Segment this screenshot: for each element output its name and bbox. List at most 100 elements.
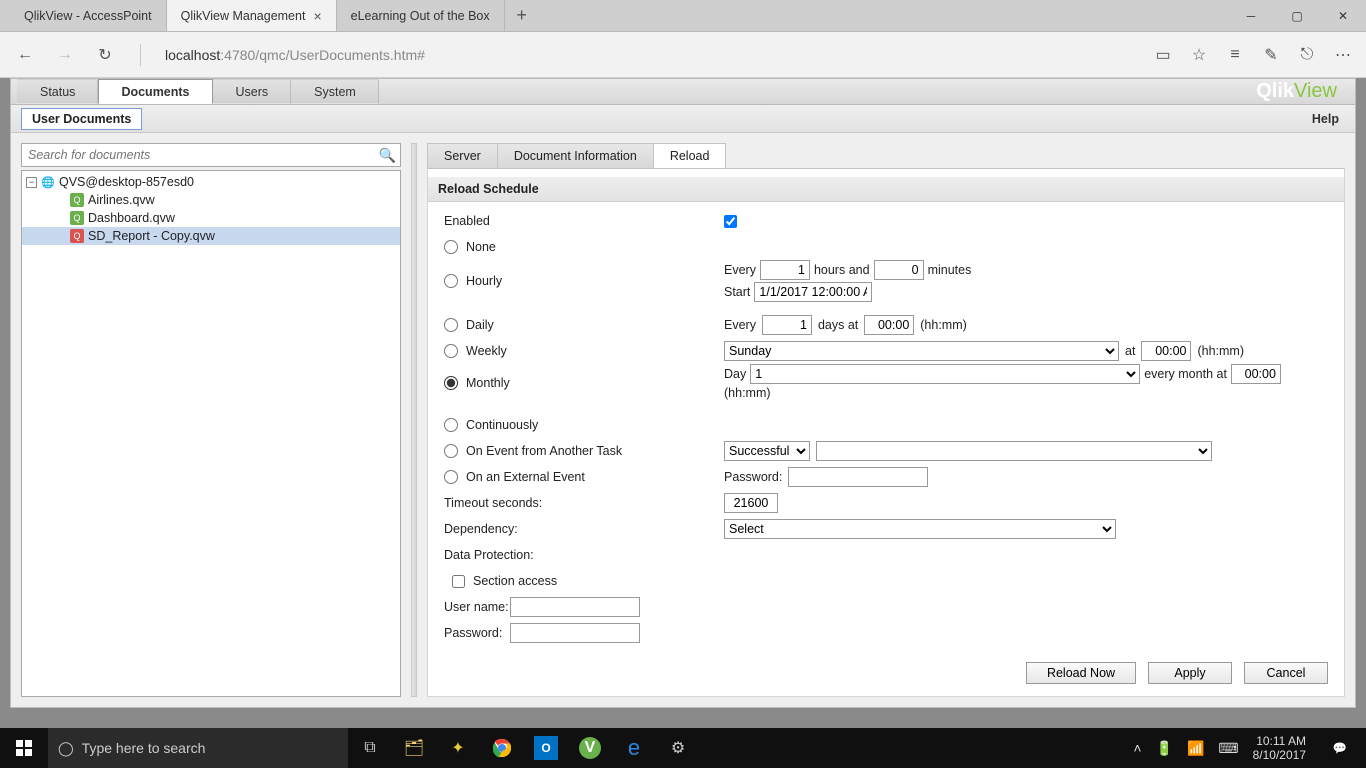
app-v-icon[interactable]: V	[568, 728, 612, 768]
hourly-hours-input[interactable]	[760, 260, 810, 280]
document-tree-panel: 🔍 − 🌐 QVS@desktop-857esd0 Q Airlines.qvw…	[21, 143, 401, 697]
browser-tab-bar: QlikView - AccessPoint QlikView Manageme…	[0, 0, 1366, 32]
outlook-icon[interactable]: O	[534, 736, 558, 760]
notes-icon[interactable]: ✎	[1262, 45, 1280, 65]
task-view-icon[interactable]: ⧉	[348, 728, 392, 768]
section-access-checkbox[interactable]	[452, 575, 465, 588]
subtab-docinfo[interactable]: Document Information	[497, 143, 654, 168]
tab-status[interactable]: Status	[17, 79, 98, 104]
enabled-checkbox[interactable]	[724, 215, 737, 228]
browser-tab-accesspoint[interactable]: QlikView - AccessPoint	[10, 0, 167, 31]
monthly-day-select[interactable]: 1	[750, 364, 1140, 384]
hourly-minutes-input[interactable]	[874, 260, 924, 280]
text-hhmm: (hh:mm)	[1197, 344, 1244, 358]
radio-none[interactable]	[444, 240, 458, 254]
tab-documents[interactable]: Documents	[98, 79, 212, 104]
text-day: Day	[724, 367, 746, 381]
taskbar-search-hint: Type here to search	[82, 740, 206, 756]
radio-monthly[interactable]	[444, 376, 458, 390]
hourly-start-input[interactable]	[754, 282, 872, 302]
radio-daily[interactable]	[444, 318, 458, 332]
new-tab-button[interactable]: +	[505, 0, 539, 31]
username-input[interactable]	[510, 597, 640, 617]
window-minimize[interactable]: ─	[1228, 0, 1274, 31]
document-tree[interactable]: − 🌐 QVS@desktop-857esd0 Q Airlines.qvw Q…	[21, 170, 401, 697]
tree-doc-airlines[interactable]: Q Airlines.qvw	[22, 191, 400, 209]
window-maximize[interactable]: ▢	[1274, 0, 1320, 31]
settings-gear-icon[interactable]: ⚙	[656, 728, 700, 768]
weekly-day-select[interactable]: Sunday	[724, 341, 1119, 361]
event-status-select[interactable]: Successful	[724, 441, 810, 461]
tab-users[interactable]: Users	[213, 79, 292, 104]
battery-icon[interactable]: 🔋	[1156, 740, 1173, 757]
app-icon[interactable]: ✦	[436, 728, 480, 768]
radio-weekly[interactable]	[444, 344, 458, 358]
system-clock[interactable]: 10:11 AM 8/10/2017	[1253, 734, 1306, 762]
reload-now-button[interactable]: Reload Now	[1026, 662, 1136, 684]
favorite-star-icon[interactable]: ☆	[1190, 45, 1208, 65]
action-center-icon[interactable]: 💬	[1320, 728, 1360, 768]
radio-on-event[interactable]	[444, 444, 458, 458]
text-at: at	[1125, 344, 1135, 358]
search-icon[interactable]: 🔍	[379, 147, 396, 164]
refresh-button[interactable]: ↻	[94, 45, 116, 65]
file-explorer-icon[interactable]: 🗂	[392, 728, 436, 768]
weekly-time-input[interactable]	[1141, 341, 1191, 361]
edge-icon[interactable]: e	[612, 728, 656, 768]
windows-taskbar: ◯ Type here to search ⧉ 🗂 ✦ O V e ⚙ ˄ 🔋 …	[0, 728, 1366, 768]
address-bar[interactable]: localhost:4780/qmc/UserDocuments.htm#	[165, 47, 1136, 63]
external-password-input[interactable]	[788, 467, 928, 487]
label-weekly: Weekly	[466, 344, 507, 358]
label-section-access: Section access	[473, 574, 557, 588]
tree-doc-sdreport[interactable]: Q SD_Report - Copy.qvw	[22, 227, 400, 245]
tree-server-node[interactable]: − 🌐 QVS@desktop-857esd0	[22, 173, 400, 191]
tree-doc-dashboard[interactable]: Q Dashboard.qvw	[22, 209, 400, 227]
hub-icon[interactable]: ≡	[1226, 46, 1244, 64]
apply-button[interactable]: Apply	[1148, 662, 1232, 684]
subtab-server[interactable]: Server	[427, 143, 498, 168]
radio-continuously[interactable]	[444, 418, 458, 432]
splitter[interactable]	[411, 143, 417, 697]
collapse-icon[interactable]: −	[26, 177, 37, 188]
label-password: Password:	[444, 626, 502, 640]
window-close[interactable]: ✕	[1320, 0, 1366, 31]
qvw-icon: Q	[70, 193, 84, 207]
dependency-select[interactable]: Select	[724, 519, 1116, 539]
close-icon[interactable]: ×	[313, 8, 321, 24]
more-icon[interactable]: ⋯	[1334, 45, 1352, 65]
share-icon[interactable]: ⎋	[1298, 46, 1316, 64]
user-documents-tab[interactable]: User Documents	[21, 108, 142, 130]
keyboard-icon[interactable]: ⌨	[1218, 740, 1238, 757]
wifi-icon[interactable]: 📶	[1187, 740, 1204, 757]
label-continuously: Continuously	[466, 418, 538, 432]
tab-system[interactable]: System	[291, 79, 379, 104]
back-button[interactable]: ←	[14, 46, 36, 64]
browser-tab-elearning[interactable]: eLearning Out of the Box	[337, 0, 505, 31]
help-link[interactable]: Help	[1312, 112, 1345, 126]
browser-nav-bar: ← → ↻ localhost:4780/qmc/UserDocuments.h…	[0, 32, 1366, 78]
label-username: User name:	[444, 600, 509, 614]
start-button[interactable]	[0, 728, 48, 768]
text-days-at: days at	[818, 318, 858, 332]
radio-on-external[interactable]	[444, 470, 458, 484]
event-task-select[interactable]	[816, 441, 1212, 461]
text-hhmm: (hh:mm)	[920, 318, 967, 332]
radio-hourly[interactable]	[444, 274, 458, 288]
daily-time-input[interactable]	[864, 315, 914, 335]
forward-button[interactable]: →	[54, 46, 76, 64]
daily-days-input[interactable]	[762, 315, 812, 335]
monthly-time-input[interactable]	[1231, 364, 1281, 384]
cortana-icon: ◯	[58, 740, 74, 757]
password-input[interactable]	[510, 623, 640, 643]
search-input[interactable]	[21, 143, 401, 167]
browser-tab-qmc[interactable]: QlikView Management×	[167, 0, 337, 31]
reading-view-icon[interactable]: ▭	[1154, 45, 1172, 65]
timeout-input[interactable]	[724, 493, 778, 513]
chrome-icon[interactable]	[480, 728, 524, 768]
subtab-reload[interactable]: Reload	[653, 143, 727, 168]
taskbar-search[interactable]: ◯ Type here to search	[48, 728, 348, 768]
tray-chevron-icon[interactable]: ˄	[1133, 740, 1141, 756]
text-hours-and: hours and	[814, 263, 870, 277]
section-reload-schedule: Reload Schedule	[428, 177, 1344, 202]
cancel-button[interactable]: Cancel	[1244, 662, 1328, 684]
